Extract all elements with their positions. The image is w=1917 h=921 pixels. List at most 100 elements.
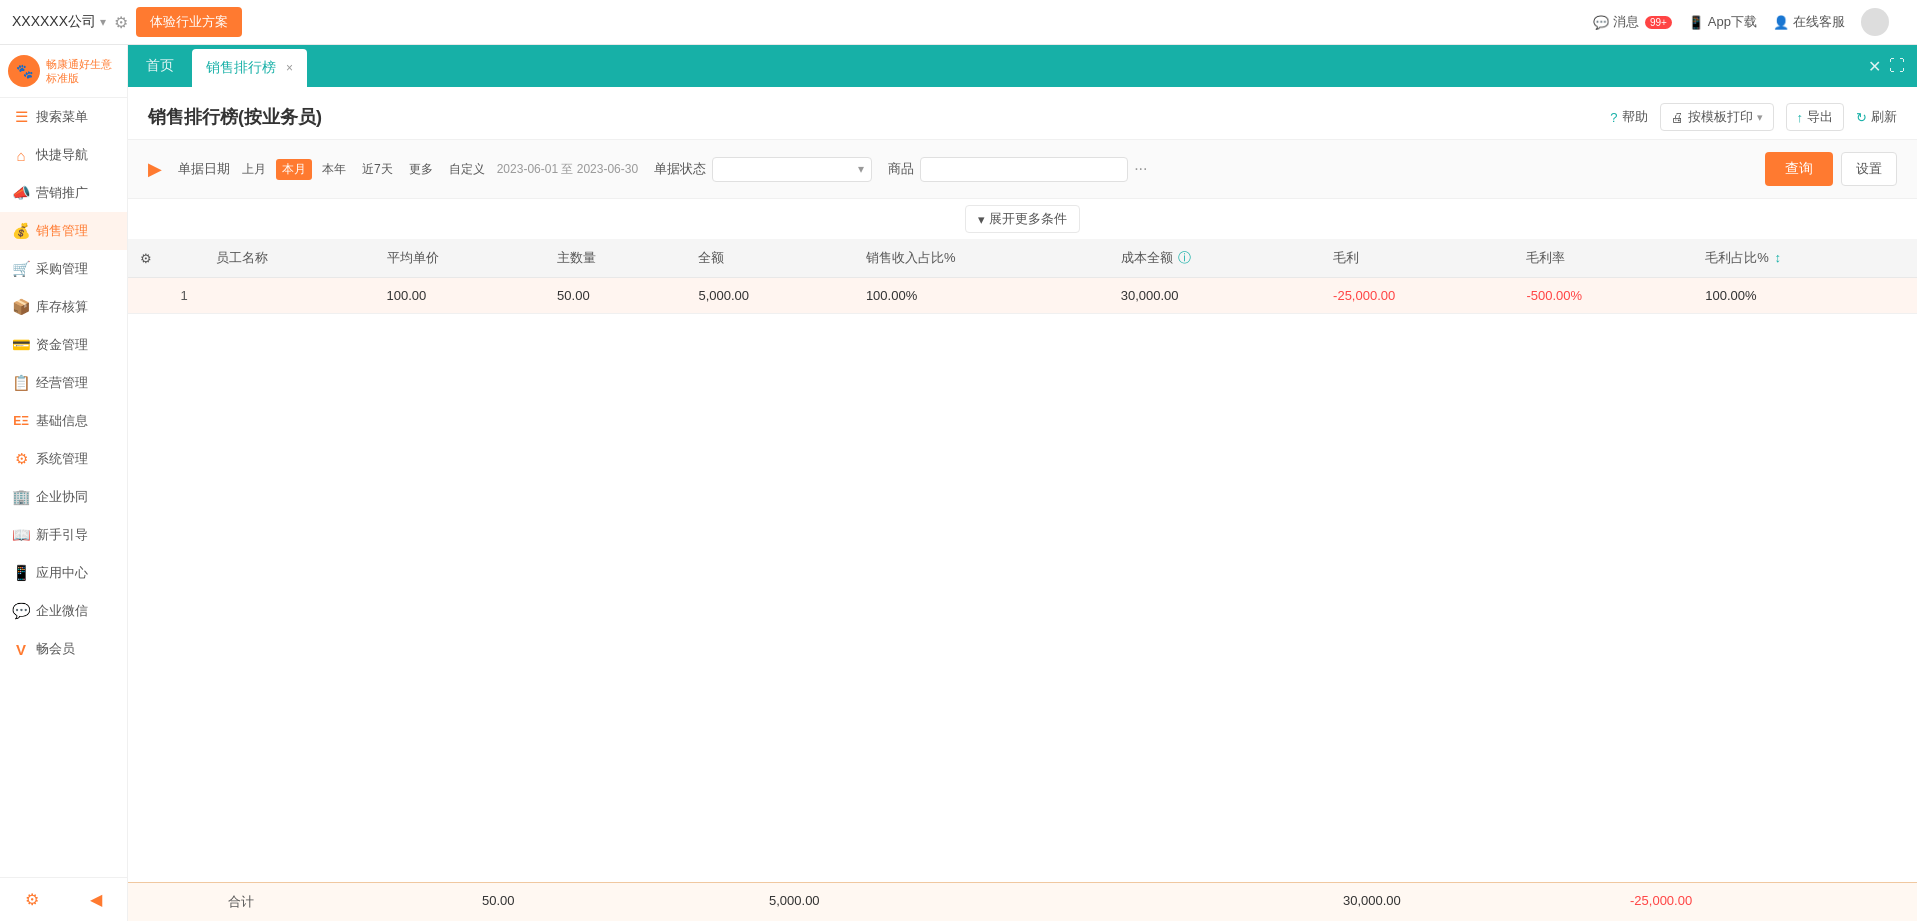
marketing-icon: 📣 bbox=[12, 184, 30, 202]
sidebar-item-apps[interactable]: 📱 应用中心 bbox=[0, 554, 127, 592]
col-profit-pct: 毛利占比% ↕ bbox=[1693, 239, 1917, 278]
sidebar-item-basic[interactable]: EΞ 基础信息 bbox=[0, 402, 127, 440]
online-service-btn[interactable]: 👤 在线客服 bbox=[1773, 13, 1845, 31]
message-icon: 💬 bbox=[1593, 15, 1609, 30]
message-btn[interactable]: 💬 消息 99+ bbox=[1593, 13, 1672, 31]
sidebar-item-quick-nav[interactable]: ⌂ 快捷导航 bbox=[0, 136, 127, 174]
filter-collapse-btn[interactable]: ▶ bbox=[148, 158, 162, 180]
footer-cells: 50.00 5,000.00 30,000.00 -25,000.00 bbox=[470, 893, 1905, 911]
cell-profit-rate: -500.00% bbox=[1514, 278, 1693, 314]
sidebar-item-operations[interactable]: 📋 经营管理 bbox=[0, 364, 127, 402]
cell-num: 1 bbox=[164, 278, 204, 314]
sidebar-label-system: 系统管理 bbox=[36, 450, 88, 468]
date-tab-last-month[interactable]: 上月 bbox=[236, 159, 272, 180]
status-select[interactable] bbox=[712, 157, 872, 182]
cell-profit: -25,000.00 bbox=[1321, 278, 1514, 314]
table-footer: 合计 50.00 5,000.00 30,000.00 -25,000.00 bbox=[128, 882, 1917, 921]
footer-amount: 5,000.00 bbox=[757, 893, 1044, 911]
query-btn[interactable]: 查询 bbox=[1765, 152, 1833, 186]
gear-icon[interactable]: ⚙ bbox=[114, 13, 128, 32]
sidebar-label-sales: 销售管理 bbox=[36, 222, 88, 240]
content-area: 首页 销售排行榜 × ✕ ⛶ 销售排行榜(按业务员) ? bbox=[128, 45, 1917, 921]
col-cost: 成本全额 ⓘ bbox=[1109, 239, 1321, 278]
sidebar-item-system[interactable]: ⚙ 系统管理 bbox=[0, 440, 127, 478]
sidebar-item-marketing[interactable]: 📣 营销推广 bbox=[0, 174, 127, 212]
help-btn[interactable]: ? 帮助 bbox=[1610, 108, 1647, 126]
col-profit: 毛利 bbox=[1321, 239, 1514, 278]
tab-maximize-btn[interactable]: ⛶ bbox=[1889, 57, 1905, 75]
refresh-label: 刷新 bbox=[1871, 108, 1897, 126]
operations-icon: 📋 bbox=[12, 374, 30, 392]
sidebar-item-wechat[interactable]: 💬 企业微信 bbox=[0, 592, 127, 630]
logo-text: 畅康通好生意 标准版 bbox=[46, 57, 112, 86]
sidebar-item-enterprise[interactable]: 🏢 企业协同 bbox=[0, 478, 127, 516]
logo-icon: 🐾 bbox=[8, 55, 40, 87]
goods-filter-label: 商品 bbox=[888, 160, 914, 178]
chevron-down-icon: ▾ bbox=[978, 212, 985, 227]
sidebar-settings-btn[interactable]: ⚙ bbox=[17, 886, 47, 913]
system-icon: ⚙ bbox=[12, 450, 30, 468]
company-name: XXXXXX公司 bbox=[12, 13, 96, 31]
data-table: ⚙ 员工名称 平均单价 主数量 全额 销售收入占比% 成本全额 ⓘ bbox=[128, 239, 1917, 314]
sidebar-logo: 🐾 畅康通好生意 标准版 bbox=[0, 45, 127, 98]
refresh-icon: ↻ bbox=[1856, 110, 1867, 125]
col-amount: 全额 bbox=[686, 239, 853, 278]
filter-more-dots[interactable]: ··· bbox=[1134, 160, 1147, 178]
col-num bbox=[164, 239, 204, 278]
tab-home[interactable]: 首页 bbox=[128, 45, 192, 87]
status-filter-label: 单据状态 bbox=[654, 160, 706, 178]
sidebar-item-purchase[interactable]: 🛒 采购管理 bbox=[0, 250, 127, 288]
table-area: ⚙ 员工名称 平均单价 主数量 全额 销售收入占比% 成本全额 ⓘ bbox=[128, 239, 1917, 882]
message-badge: 99+ bbox=[1645, 16, 1672, 29]
date-tab-this-year[interactable]: 本年 bbox=[316, 159, 352, 180]
goods-input[interactable] bbox=[920, 157, 1128, 182]
settings-btn[interactable]: 设置 bbox=[1841, 152, 1897, 186]
date-tab-7days[interactable]: 近7天 bbox=[356, 159, 399, 180]
export-btn[interactable]: ↑ 导出 bbox=[1786, 103, 1845, 131]
col-avg-price: 平均单价 bbox=[375, 239, 546, 278]
cost-info-icon: ⓘ bbox=[1178, 250, 1191, 265]
print-btn[interactable]: 🖨 按模板打印 ▾ bbox=[1660, 103, 1774, 131]
sidebar-item-search-order[interactable]: ☰ 搜索菜单 bbox=[0, 98, 127, 136]
cell-profit-pct: 100.00% bbox=[1693, 278, 1917, 314]
sidebar-label-member: 畅会员 bbox=[36, 640, 75, 658]
top-right: 💬 消息 99+ 📱 App下载 👤 在线客服 bbox=[1593, 8, 1905, 36]
help-label: 帮助 bbox=[1622, 108, 1648, 126]
cell-settings bbox=[128, 278, 164, 314]
footer-cost: 30,000.00 bbox=[1331, 893, 1618, 911]
print-chevron-icon: ▾ bbox=[1757, 111, 1763, 124]
guide-icon: 📖 bbox=[12, 526, 30, 544]
date-tab-this-month[interactable]: 本月 bbox=[276, 159, 312, 180]
tab-active[interactable]: 销售排行榜 × bbox=[192, 49, 307, 87]
sidebar-item-sales[interactable]: 💰 销售管理 bbox=[0, 212, 127, 250]
avatar[interactable] bbox=[1861, 8, 1889, 36]
cell-qty: 50.00 bbox=[545, 278, 686, 314]
sidebar-label-guide: 新手引导 bbox=[36, 526, 88, 544]
sidebar-item-member[interactable]: V 畅会员 bbox=[0, 630, 127, 668]
basic-icon: EΞ bbox=[12, 412, 30, 430]
tab-close-btn[interactable]: × bbox=[286, 61, 293, 75]
date-tab-more[interactable]: 更多 bbox=[403, 159, 439, 180]
refresh-btn[interactable]: ↻ 刷新 bbox=[1856, 108, 1897, 126]
tab-close-window-btn[interactable]: ✕ bbox=[1868, 57, 1881, 76]
industry-btn[interactable]: 体验行业方案 bbox=[136, 7, 242, 37]
date-filter-label: 单据日期 bbox=[178, 160, 230, 178]
header-actions: ? 帮助 🖨 按模板打印 ▾ ↑ 导出 ↻ bbox=[1610, 103, 1897, 131]
sidebar-item-guide[interactable]: 📖 新手引导 bbox=[0, 516, 127, 554]
app-download-btn[interactable]: 📱 App下载 bbox=[1688, 13, 1757, 31]
sidebar-item-inventory[interactable]: 📦 库存核算 bbox=[0, 288, 127, 326]
sidebar-item-finance[interactable]: 💳 资金管理 bbox=[0, 326, 127, 364]
company-dropdown[interactable]: XXXXXX公司 ▾ bbox=[12, 13, 106, 31]
status-select-wrap bbox=[712, 157, 872, 182]
wechat-icon: 💬 bbox=[12, 602, 30, 620]
print-icon: 🖨 bbox=[1671, 110, 1684, 125]
sidebar-collapse-btn[interactable]: ◀ bbox=[82, 886, 110, 913]
sidebar-bottom: ⚙ ◀ bbox=[0, 877, 127, 921]
date-tab-custom[interactable]: 自定义 bbox=[443, 159, 491, 180]
footer-sales-pct bbox=[1044, 893, 1331, 911]
sidebar-label-enterprise: 企业协同 bbox=[36, 488, 88, 506]
expand-conditions-btn[interactable]: ▾ 展开更多条件 bbox=[965, 205, 1080, 233]
apps-icon: 📱 bbox=[12, 564, 30, 582]
status-filter-group: 单据状态 bbox=[654, 157, 872, 182]
table-settings-icon[interactable]: ⚙ bbox=[140, 251, 152, 266]
